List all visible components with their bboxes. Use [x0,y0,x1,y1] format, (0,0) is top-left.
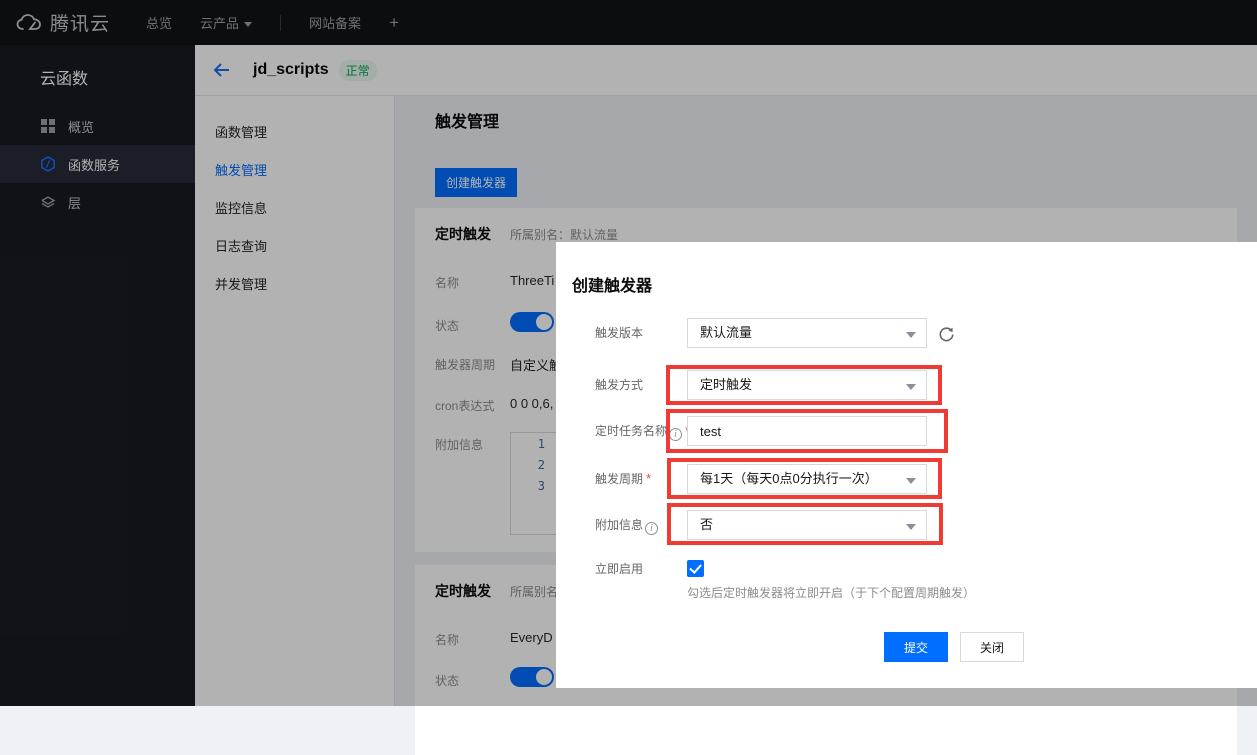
submit-button[interactable]: 提交 [884,632,948,662]
chevron-down-icon [906,384,916,390]
trigger-type-select-value: 定时触发 [700,377,752,392]
field-label-type: 触发方式 [595,370,643,400]
chevron-down-icon [906,524,916,530]
dialog-title: 创建触发器 [572,272,652,296]
task-name-input[interactable] [687,416,927,446]
required-mark: * [646,471,651,486]
chevron-down-icon [906,332,916,338]
field-label-text: 附加信息 [595,518,643,532]
extra-info-select[interactable]: 否 [687,510,927,540]
field-label-version: 触发版本 [595,318,643,348]
refresh-icon [938,326,955,343]
field-label-extra: 附加信息i [595,510,658,540]
enable-helper-text: 勾选后定时触发器将立即开启（于下个配置周期触发） [687,584,975,601]
close-button[interactable]: 关闭 [960,632,1024,662]
trigger-type-select[interactable]: 定时触发 [687,370,927,400]
enable-now-checkbox[interactable] [687,560,704,577]
extra-info-select-value: 否 [700,517,713,532]
info-icon: i [669,428,682,441]
period-select-value: 每1天（每天0点0分执行一次） [700,471,878,486]
field-label-taskname: 定时任务名称i* [595,416,690,446]
version-select-value: 默认流量 [700,325,752,340]
field-label-period: 触发周期* [595,464,651,494]
refresh-button[interactable] [938,326,955,343]
field-label-text: 定时任务名称 [595,424,667,438]
chevron-down-icon [906,478,916,484]
field-label-text: 触发周期 [595,472,643,486]
info-icon: i [645,522,658,535]
version-select[interactable]: 默认流量 [687,318,927,348]
create-trigger-dialog: 创建触发器 触发版本 默认流量 触发方式 定时触发 定时任务名称i* 触发周期*… [556,242,1257,688]
period-select[interactable]: 每1天（每天0点0分执行一次） [687,464,927,494]
field-label-enable: 立即启用 [595,554,643,584]
